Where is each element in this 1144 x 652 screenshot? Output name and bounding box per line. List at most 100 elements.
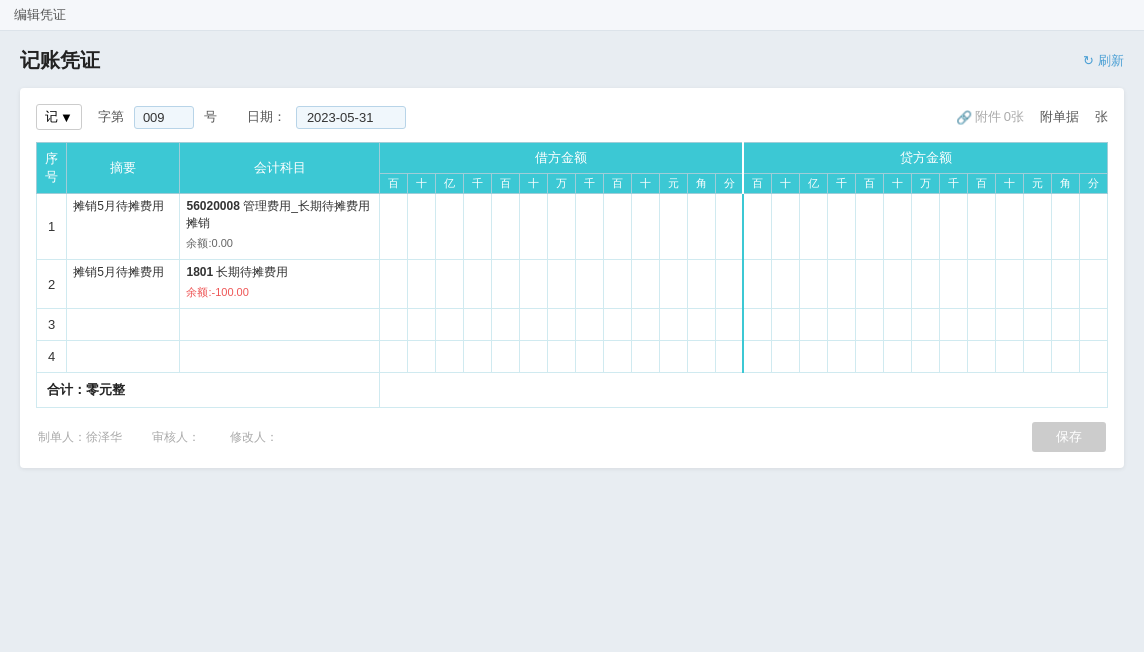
credit-digit-cell[interactable] [743,194,771,260]
row-account[interactable]: 1801 长期待摊费用余额:-100.00 [180,260,380,309]
credit-digit-cell[interactable] [855,309,883,341]
debit-digit-cell[interactable] [659,260,687,309]
debit-digit-cell[interactable] [603,341,631,373]
save-button[interactable]: 保存 [1032,422,1106,452]
credit-digit-cell[interactable] [939,260,967,309]
voucher-number-input[interactable] [134,106,194,129]
debit-digit-cell[interactable] [603,309,631,341]
debit-digit-cell[interactable] [631,341,659,373]
debit-digit-cell[interactable] [659,341,687,373]
credit-digit-cell[interactable] [911,194,939,260]
table-row[interactable]: 1摊销5月待摊费用56020008 管理费用_长期待摊费用摊销余额:0.00 [37,194,1108,260]
debit-digit-cell[interactable] [379,260,407,309]
debit-digit-cell[interactable] [575,309,603,341]
credit-digit-cell[interactable] [855,260,883,309]
debit-digit-cell[interactable] [575,341,603,373]
row-summary[interactable] [67,341,180,373]
credit-digit-cell[interactable] [967,260,995,309]
debit-digit-cell[interactable] [519,341,547,373]
row-summary[interactable]: 摊销5月待摊费用 [67,260,180,309]
debit-digit-cell[interactable] [491,309,519,341]
credit-digit-cell[interactable] [939,341,967,373]
debit-digit-cell[interactable] [547,309,575,341]
record-type-button[interactable]: 记 ▼ [36,104,82,130]
debit-digit-cell[interactable] [659,309,687,341]
debit-digit-cell[interactable] [463,341,491,373]
credit-digit-cell[interactable] [1023,309,1051,341]
attachment-link[interactable]: 🔗 附件 0张 [956,108,1024,126]
row-account[interactable] [180,341,380,373]
table-row[interactable]: 3 [37,309,1108,341]
credit-digit-cell[interactable] [995,194,1023,260]
credit-digit-cell[interactable] [1051,194,1079,260]
credit-digit-cell[interactable] [827,309,855,341]
credit-digit-cell[interactable] [883,194,911,260]
credit-digit-cell[interactable] [995,341,1023,373]
credit-digit-cell[interactable] [1079,341,1107,373]
debit-digit-cell[interactable] [659,194,687,260]
debit-digit-cell[interactable] [687,260,715,309]
debit-digit-cell[interactable] [547,194,575,260]
credit-digit-cell[interactable] [939,309,967,341]
credit-digit-cell[interactable] [1051,309,1079,341]
credit-digit-cell[interactable] [883,341,911,373]
debit-digit-cell[interactable] [715,309,743,341]
credit-digit-cell[interactable] [799,260,827,309]
debit-digit-cell[interactable] [687,309,715,341]
credit-digit-cell[interactable] [883,260,911,309]
credit-digit-cell[interactable] [1051,260,1079,309]
debit-digit-cell[interactable] [715,194,743,260]
credit-digit-cell[interactable] [771,194,799,260]
credit-digit-cell[interactable] [855,341,883,373]
credit-digit-cell[interactable] [939,194,967,260]
credit-digit-cell[interactable] [995,260,1023,309]
row-account[interactable] [180,309,380,341]
credit-digit-cell[interactable] [1079,194,1107,260]
debit-digit-cell[interactable] [379,341,407,373]
debit-digit-cell[interactable] [519,260,547,309]
debit-digit-cell[interactable] [463,194,491,260]
credit-digit-cell[interactable] [771,341,799,373]
credit-digit-cell[interactable] [1023,341,1051,373]
credit-digit-cell[interactable] [855,194,883,260]
debit-digit-cell[interactable] [519,309,547,341]
fu-dan-button[interactable]: 附单据 [1040,108,1079,126]
debit-digit-cell[interactable] [631,194,659,260]
credit-digit-cell[interactable] [1079,309,1107,341]
debit-digit-cell[interactable] [435,260,463,309]
credit-digit-cell[interactable] [911,341,939,373]
row-account[interactable]: 56020008 管理费用_长期待摊费用摊销余额:0.00 [180,194,380,260]
debit-digit-cell[interactable] [547,341,575,373]
debit-digit-cell[interactable] [519,194,547,260]
date-input[interactable] [296,106,406,129]
debit-digit-cell[interactable] [631,260,659,309]
row-summary[interactable] [67,309,180,341]
debit-digit-cell[interactable] [379,194,407,260]
debit-digit-cell[interactable] [407,194,435,260]
credit-digit-cell[interactable] [1023,260,1051,309]
debit-digit-cell[interactable] [407,341,435,373]
debit-digit-cell[interactable] [491,341,519,373]
debit-digit-cell[interactable] [575,194,603,260]
debit-digit-cell[interactable] [463,309,491,341]
debit-digit-cell[interactable] [491,194,519,260]
credit-digit-cell[interactable] [1051,341,1079,373]
debit-digit-cell[interactable] [379,309,407,341]
credit-digit-cell[interactable] [995,309,1023,341]
credit-digit-cell[interactable] [799,341,827,373]
credit-digit-cell[interactable] [771,309,799,341]
credit-digit-cell[interactable] [799,194,827,260]
debit-digit-cell[interactable] [603,194,631,260]
credit-digit-cell[interactable] [743,309,771,341]
debit-digit-cell[interactable] [547,260,575,309]
debit-digit-cell[interactable] [687,194,715,260]
credit-digit-cell[interactable] [743,341,771,373]
credit-digit-cell[interactable] [967,341,995,373]
credit-digit-cell[interactable] [1079,260,1107,309]
debit-digit-cell[interactable] [603,260,631,309]
credit-digit-cell[interactable] [911,309,939,341]
debit-digit-cell[interactable] [435,309,463,341]
row-summary[interactable]: 摊销5月待摊费用 [67,194,180,260]
debit-digit-cell[interactable] [631,309,659,341]
debit-digit-cell[interactable] [463,260,491,309]
